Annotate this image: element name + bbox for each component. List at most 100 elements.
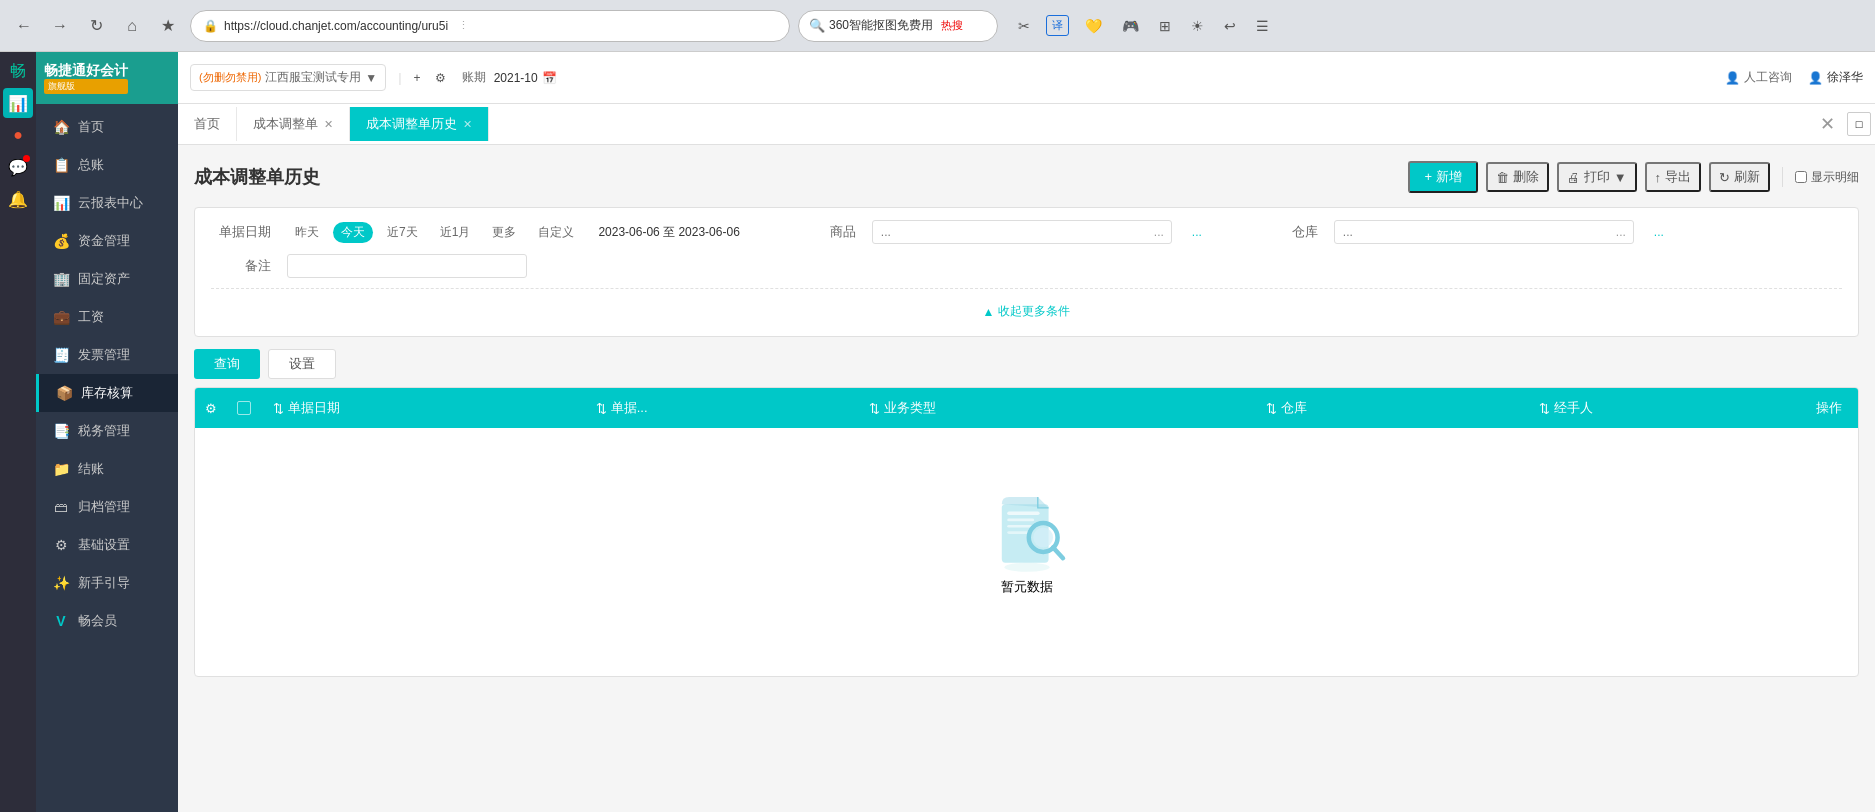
goods-select-wrap <box>872 220 1172 244</box>
th-biz-type[interactable]: ⇅ 业务类型 <box>857 391 1254 425</box>
tab-cost-adjust[interactable]: 成本调整单 ✕ <box>237 107 350 141</box>
svg-rect-3 <box>1007 519 1034 522</box>
sidebar-item-invoice[interactable]: 🧾 发票管理 <box>36 336 178 374</box>
date-opt-7days[interactable]: 近7天 <box>379 222 426 243</box>
sort-icon-docnum: ⇅ <box>596 401 607 416</box>
warehouse-input[interactable] <box>1334 220 1634 244</box>
sidebar-item-tax[interactable]: 📑 税务管理 <box>36 412 178 450</box>
address-bar[interactable]: 🔒 https://cloud.chanjet.com/accounting/u… <box>190 10 790 42</box>
warehouse-more-btn[interactable]: ... <box>1654 225 1664 239</box>
empty-text: 暂元数据 <box>1001 578 1053 596</box>
sidebar-item-guide[interactable]: ✨ 新手引导 <box>36 564 178 602</box>
tab-home[interactable]: 首页 <box>178 107 237 141</box>
goods-more-btn[interactable]: ... <box>1192 225 1202 239</box>
settings-icon: ⚙ <box>52 537 70 553</box>
tab-cost-adjust-history[interactable]: 成本调整单历史 ✕ <box>350 107 489 141</box>
sidebar-item-home[interactable]: 🏠 首页 <box>36 108 178 146</box>
settings-config-btn[interactable]: 设置 <box>268 349 336 379</box>
th-doc-num[interactable]: ⇅ 单据... <box>584 391 857 425</box>
th-handler[interactable]: ⇅ 经手人 <box>1527 391 1800 425</box>
th-checkbox[interactable] <box>227 393 261 423</box>
settings-gear-btn[interactable]: ⚙ <box>435 71 446 85</box>
window-restore-btn[interactable]: □ <box>1847 112 1871 136</box>
tab-cost-adjust-close[interactable]: ✕ <box>324 118 333 131</box>
new-btn[interactable]: + 新增 <box>1408 161 1477 193</box>
print-icon: 🖨 <box>1567 170 1580 185</box>
tab-home-label: 首页 <box>194 115 220 133</box>
sidebar-item-finance[interactable]: 💰 资金管理 <box>36 222 178 260</box>
scissors-btn[interactable]: ✂ <box>1014 14 1034 38</box>
sidebar-item-ledger[interactable]: 📋 总账 <box>36 146 178 184</box>
th-warehouse[interactable]: ⇅ 仓库 <box>1254 391 1527 425</box>
sidebar-item-member[interactable]: V 畅会员 <box>36 602 178 640</box>
search-bar[interactable]: 🔍 360智能抠图免费用 热搜 <box>798 10 998 42</box>
date-opt-1month[interactable]: 近1月 <box>432 222 479 243</box>
bookmark-button[interactable]: ★ <box>154 12 182 40</box>
menu-btn[interactable]: ☰ <box>1252 14 1273 38</box>
refresh-label: 刷新 <box>1734 168 1760 186</box>
add-company-btn[interactable]: + <box>414 71 421 85</box>
calendar-icon[interactable]: 📅 <box>542 71 557 85</box>
tab-history-close[interactable]: ✕ <box>463 118 472 131</box>
sidebar-item-closing[interactable]: 📁 结账 <box>36 450 178 488</box>
sidebar-label-guide: 新手引导 <box>78 574 130 592</box>
app-logo: 畅捷通好会计 <box>44 62 128 79</box>
sidebar-label-closing: 结账 <box>78 460 104 478</box>
sidebar-item-salary[interactable]: 💼 工资 <box>36 298 178 336</box>
window-maximize-close[interactable]: ✕ <box>1807 104 1847 144</box>
refresh-btn[interactable]: ↻ 刷新 <box>1709 162 1770 192</box>
grid-btn[interactable]: ⊞ <box>1155 14 1175 38</box>
sidebar-label-inventory: 库存核算 <box>81 384 133 402</box>
theme-btn[interactable]: ☀ <box>1187 14 1208 38</box>
user-profile-btn[interactable]: 👤 徐泽华 <box>1808 69 1863 86</box>
th-ops-label: 操作 <box>1816 399 1842 417</box>
delete-icon: 🗑 <box>1496 170 1509 185</box>
note-filter-row: 备注 <box>211 254 1842 278</box>
support-btn[interactable]: 👤 人工咨询 <box>1725 69 1792 86</box>
date-opt-today[interactable]: 今天 <box>333 222 373 243</box>
strip-icon-5[interactable]: 🔔 <box>3 184 33 214</box>
strip-icon-4[interactable]: 💬 <box>3 152 33 182</box>
th-date[interactable]: ⇅ 单据日期 <box>261 391 584 425</box>
game-btn[interactable]: 🎮 <box>1118 14 1143 38</box>
print-btn[interactable]: 🖨 打印 ▼ <box>1557 162 1637 192</box>
warehouse-filter-label: 仓库 <box>1258 223 1318 241</box>
guide-icon: ✨ <box>52 575 70 591</box>
sidebar-item-archive[interactable]: 🗃 归档管理 <box>36 488 178 526</box>
select-all-checkbox[interactable] <box>237 401 251 415</box>
back-button[interactable]: ← <box>10 12 38 40</box>
reload-button[interactable]: ↻ <box>82 12 110 40</box>
export-label: 导出 <box>1665 168 1691 186</box>
note-input[interactable] <box>287 254 527 278</box>
sidebar-item-settings[interactable]: ⚙ 基础设置 <box>36 526 178 564</box>
forward-button[interactable]: → <box>46 12 74 40</box>
tab-cost-adjust-history-label: 成本调整单历史 <box>366 115 457 133</box>
sidebar-item-reports[interactable]: 📊 云报表中心 <box>36 184 178 222</box>
translate-btn[interactable]: 译 <box>1046 15 1069 36</box>
goods-input[interactable] <box>872 220 1172 244</box>
reports-icon: 📊 <box>52 195 70 211</box>
company-selector[interactable]: (勿删勿禁用) 江西服宝测试专用 ▼ <box>190 64 386 91</box>
th-gear[interactable]: ⚙ <box>195 393 227 424</box>
display-toggle-checkbox[interactable] <box>1795 171 1807 183</box>
sidebar-item-fixed-assets[interactable]: 🏢 固定资产 <box>36 260 178 298</box>
strip-icon-3[interactable]: ● <box>3 120 33 150</box>
date-opt-more[interactable]: 更多 <box>484 222 524 243</box>
undo-btn[interactable]: ↩ <box>1220 14 1240 38</box>
delete-btn[interactable]: 🗑 删除 <box>1486 162 1549 192</box>
strip-icon-2[interactable]: 📊 <box>3 88 33 118</box>
th-date-label: 单据日期 <box>288 399 340 417</box>
collapse-btn[interactable]: ▲ 收起更多条件 <box>983 303 1071 320</box>
sidebar-item-inventory[interactable]: 📦 库存核算 <box>36 374 178 412</box>
home-button[interactable]: ⌂ <box>118 12 146 40</box>
wallet-btn[interactable]: 💛 <box>1081 14 1106 38</box>
date-opt-custom[interactable]: 自定义 <box>530 222 582 243</box>
date-opt-yesterday[interactable]: 昨天 <box>287 222 327 243</box>
svg-point-7 <box>1033 528 1053 548</box>
home-icon: 🏠 <box>52 119 70 135</box>
export-btn[interactable]: ↑ 导出 <box>1645 162 1702 192</box>
query-btn[interactable]: 查询 <box>194 349 260 379</box>
sidebar: 畅捷通好会计 旗舰版 🏠 首页 📋 总账 📊 云报表中心 💰 资金管理 <box>36 52 178 812</box>
strip-icon-1[interactable]: 畅 <box>3 56 33 86</box>
display-toggle[interactable]: 显示明细 <box>1795 169 1859 186</box>
